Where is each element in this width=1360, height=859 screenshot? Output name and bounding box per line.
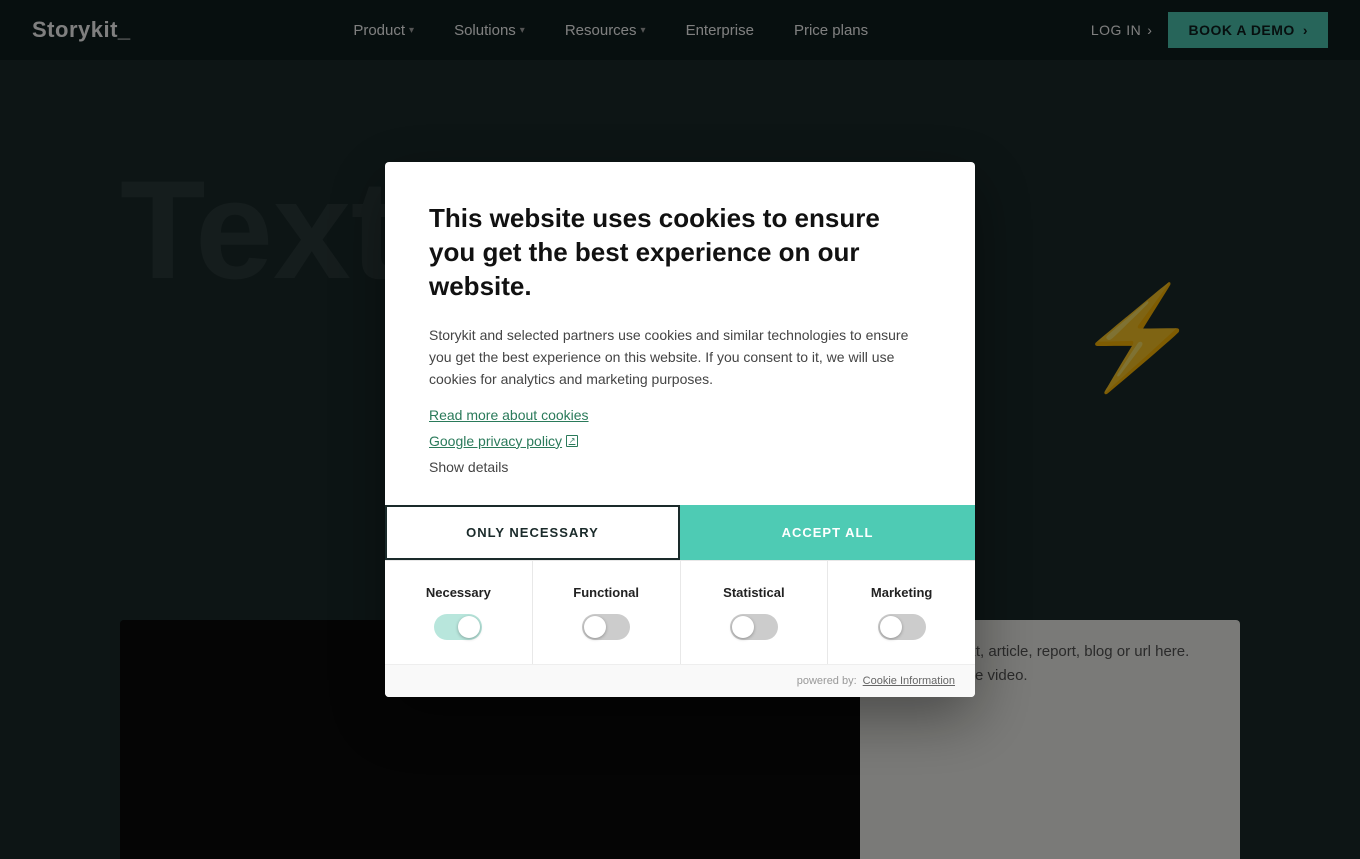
google-privacy-link[interactable]: Google privacy policy ↗ [429,433,931,449]
toggle-thumb-functional [584,616,606,638]
toggle-necessary[interactable] [434,614,482,640]
powered-by-bar: powered by: Cookie Information [385,664,975,697]
toggle-label-functional: Functional [573,585,639,600]
toggle-thumb-necessary [458,616,480,638]
toggle-cell-necessary: Necessary [385,561,533,664]
toggle-cell-statistical: Statistical [681,561,829,664]
toggle-statistical[interactable] [730,614,778,640]
only-necessary-button[interactable]: ONLY NECESSARY [385,505,680,560]
external-link-icon: ↗ [566,435,578,447]
toggle-thumb-statistical [732,616,754,638]
cookie-information-link[interactable]: Cookie Information [863,675,955,687]
cookie-buttons: ONLY NECESSARY ACCEPT ALL [385,505,975,560]
show-details-link[interactable]: Show details [429,459,508,475]
cookie-modal-body: This website uses cookies to ensure you … [385,162,975,505]
accept-all-button[interactable]: ACCEPT ALL [680,505,975,560]
toggle-functional[interactable] [582,614,630,640]
toggle-cell-functional: Functional [533,561,681,664]
powered-by-text: powered by: [797,675,857,687]
read-more-cookies-link[interactable]: Read more about cookies [429,407,931,423]
toggle-thumb-marketing [880,616,902,638]
cookie-modal: This website uses cookies to ensure you … [385,162,975,697]
toggle-cell-marketing: Marketing [828,561,975,664]
cookie-toggles-row: Necessary Functional Statistical Marketi… [385,560,975,664]
toggle-label-statistical: Statistical [723,585,784,600]
toggle-label-marketing: Marketing [871,585,932,600]
cookie-title: This website uses cookies to ensure you … [429,202,931,303]
cookie-overlay: This website uses cookies to ensure you … [0,0,1360,859]
toggle-marketing[interactable] [878,614,926,640]
toggle-label-necessary: Necessary [426,585,491,600]
cookie-description: Storykit and selected partners use cooki… [429,324,931,391]
